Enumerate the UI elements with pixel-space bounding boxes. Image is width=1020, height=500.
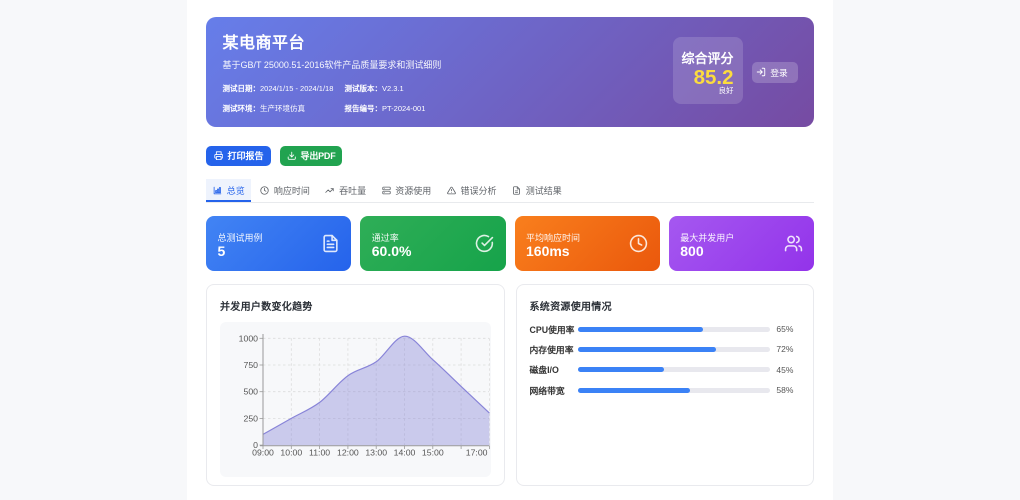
svg-text:09:00: 09:00 [252,447,274,457]
svg-text:1000: 1000 [239,333,258,343]
svg-text:750: 750 [244,360,259,370]
svg-text:11:00: 11:00 [309,447,330,457]
svg-text:13:00: 13:00 [365,447,387,457]
svg-text:12:00: 12:00 [337,447,359,457]
svg-text:250: 250 [244,413,259,423]
svg-text:15:00: 15:00 [422,447,444,457]
svg-text:17:00: 17:00 [466,447,488,457]
svg-text:14:00: 14:00 [394,447,416,457]
svg-text:10:00: 10:00 [280,447,302,457]
svg-text:500: 500 [244,386,259,396]
